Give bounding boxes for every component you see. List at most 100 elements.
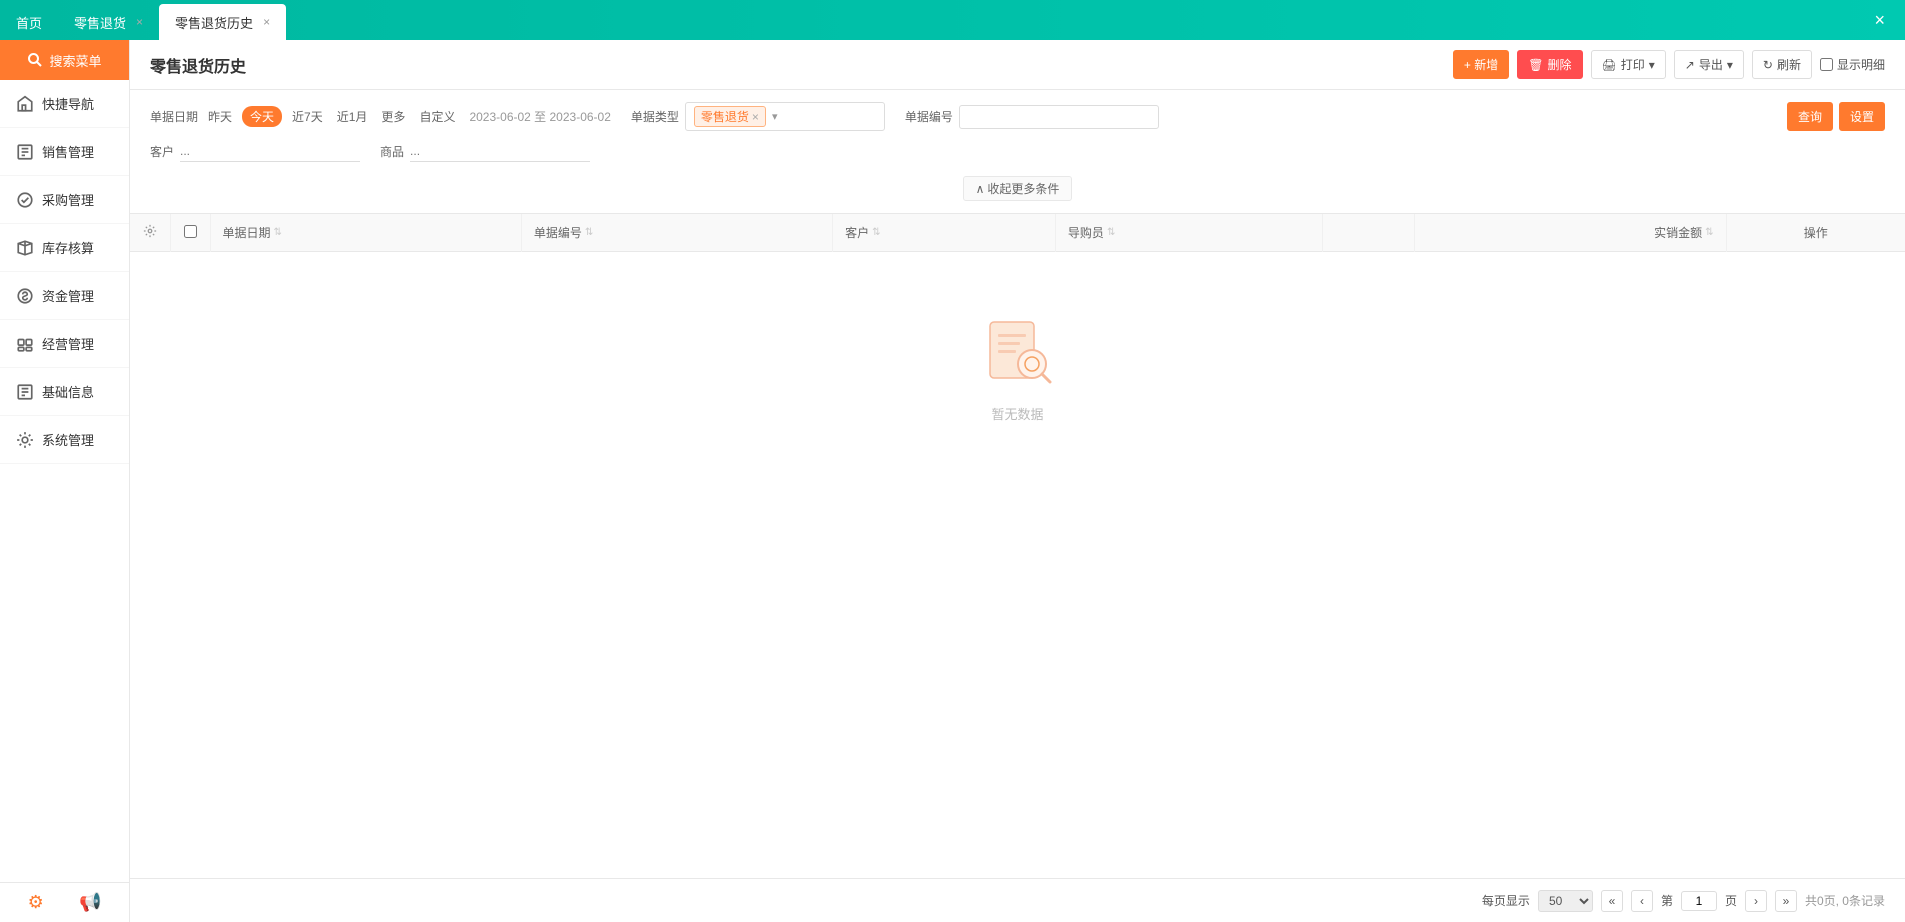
th-bill-date[interactable]: 单据日期 ⇅ [210,214,521,252]
inventory-icon [16,239,34,257]
export-icon: ↗ [1685,58,1695,72]
filter-row-2: 客户 商品 [150,141,1885,162]
th-customer[interactable]: 客户 ⇅ [833,214,1056,252]
th-guide-sort-icon: ⇅ [1107,227,1115,238]
sidebar-item-operations[interactable]: 经营管理 [0,320,129,368]
page-total: 共0页, 0条记录 [1805,892,1885,909]
bill-type-select[interactable]: 零售退货 × ▾ [685,102,885,131]
tab-retail-return-history-close[interactable]: × [263,15,270,29]
print-icon: 🖨 [1602,58,1617,72]
date-btn-7days[interactable]: 近7天 [288,106,327,127]
collapse-row: ∧ 收起更多条件 [150,172,1885,205]
main-layout: 搜索菜单 快捷导航 销售管理 [0,40,1905,922]
th-customer-sort-icon: ⇅ [872,227,880,238]
last-page-icon: » [1783,894,1790,908]
th-checkbox[interactable] [170,214,210,252]
th-action: 操作 [1726,214,1905,252]
settings-bottom-icon[interactable]: ⚙ [28,892,44,913]
page-label: 第 [1661,892,1673,909]
print-button-label: 打印 [1621,56,1645,73]
bill-type-filter: 单据类型 零售退货 × ▾ [631,102,885,131]
th-bill-no[interactable]: 单据编号 ⇅ [521,214,832,252]
refresh-icon: ↻ [1763,58,1773,72]
goods-filter: 商品 [380,141,590,162]
show-detail-label: 显示明细 [1837,56,1885,73]
new-button[interactable]: + 新增 [1453,50,1509,79]
sidebar-item-sales-mgmt[interactable]: 销售管理 [0,128,129,176]
first-page-button[interactable]: « [1601,890,1623,912]
sidebar-item-system-mgmt-label: 系统管理 [42,430,94,449]
empty-state: 暂无数据 [130,252,1905,483]
page-actions: + 新增 🗑 删除 🖨 打印 ▾ ↗ 导出 ▾ ↻ [1453,50,1885,79]
goods-input[interactable] [410,141,590,162]
print-button[interactable]: 🖨 打印 ▾ [1591,50,1666,79]
goods-label: 商品 [380,143,404,160]
th-bill-date-label: 单据日期 [223,224,271,241]
refresh-button[interactable]: ↻ 刷新 [1752,50,1812,79]
speaker-bottom-icon[interactable]: 📢 [79,892,101,913]
bill-type-tag-remove[interactable]: × [752,110,759,124]
next-page-button[interactable]: › [1745,890,1767,912]
page-unit: 页 [1725,892,1737,909]
customer-input[interactable] [180,141,360,162]
system-mgmt-icon [16,431,34,449]
window-close-button[interactable]: × [1874,10,1905,31]
prev-page-button[interactable]: ‹ [1631,890,1653,912]
sidebar-search[interactable]: 搜索菜单 [0,40,129,80]
date-btn-more[interactable]: 更多 [377,106,409,127]
query-button[interactable]: 查询 [1787,102,1833,131]
sidebar-item-purchase-mgmt[interactable]: 采购管理 [0,176,129,224]
delete-icon: 🗑 [1528,58,1543,72]
sidebar-item-quick-nav[interactable]: 快捷导航 [0,80,129,128]
current-page-input[interactable] [1681,891,1717,911]
tab-home[interactable]: 首页 [0,4,58,40]
show-detail-checkbox[interactable] [1820,58,1833,71]
collapse-button[interactable]: ∧ 收起更多条件 [963,176,1073,201]
settings-filter-button-label: 设置 [1850,108,1874,125]
last-page-button[interactable]: » [1775,890,1797,912]
th-settings[interactable] [130,214,170,252]
tab-retail-return-history-label: 零售退货历史 [175,13,253,32]
tab-retail-return-close[interactable]: × [136,15,143,29]
export-button-label: 导出 [1699,56,1723,73]
table-header-row: 单据日期 ⇅ 单据编号 ⇅ 客户 [130,214,1905,252]
next-page-icon: › [1754,894,1758,908]
tab-retail-return-label: 零售退货 [74,13,126,32]
table-wrapper: 单据日期 ⇅ 单据编号 ⇅ 客户 [130,214,1905,878]
pagination-bar: 每页显示 50 10 20 100 « ‹ 第 页 › » 共0页, 0条记录 [130,878,1905,922]
sidebar-item-finance-label: 资金管理 [42,286,94,305]
sidebar: 搜索菜单 快捷导航 销售管理 [0,40,130,922]
empty-row: 暂无数据 [130,252,1905,484]
bill-no-input[interactable] [959,105,1159,129]
th-amount[interactable]: 实销金额 ⇅ [1415,214,1726,252]
select-all-checkbox[interactable] [184,225,197,238]
show-detail-checkbox-wrapper[interactable]: 显示明细 [1820,56,1885,73]
th-bill-date-sort-icon: ⇅ [274,227,282,238]
sidebar-bottom: ⚙ 📢 [0,882,129,922]
settings-filter-button[interactable]: 设置 [1839,102,1885,131]
page-title: 零售退货历史 [150,53,246,77]
sidebar-item-operations-label: 经营管理 [42,334,94,353]
sidebar-item-finance[interactable]: 资金管理 [0,272,129,320]
sidebar-item-system-mgmt[interactable]: 系统管理 [0,416,129,464]
sidebar-item-inventory[interactable]: 库存核算 [0,224,129,272]
date-shortcuts: 昨天 今天 近7天 近1月 更多 自定义 [204,106,459,127]
sidebar-item-basic-info[interactable]: 基础信息 [0,368,129,416]
bill-type-label: 单据类型 [631,108,679,125]
delete-button[interactable]: 🗑 删除 [1517,50,1582,79]
th-customer-label: 客户 [845,224,869,241]
date-btn-today[interactable]: 今天 [242,106,282,127]
finance-icon [16,287,34,305]
export-button[interactable]: ↗ 导出 ▾ [1674,50,1744,79]
tab-home-label: 首页 [16,13,42,32]
print-chevron-icon: ▾ [1649,58,1655,72]
tab-retail-return[interactable]: 零售退货 × [58,4,159,40]
customer-filter: 客户 [150,141,360,162]
date-btn-custom[interactable]: 自定义 [415,106,459,127]
date-btn-1month[interactable]: 近1月 [333,106,372,127]
tab-retail-return-history[interactable]: 零售退货历史 × [159,4,286,40]
date-btn-yesterday[interactable]: 昨天 [204,106,236,127]
page-size-select[interactable]: 50 10 20 100 [1538,890,1593,912]
th-guide[interactable]: 导购员 ⇅ [1055,214,1322,252]
th-bill-no-sort-icon: ⇅ [585,227,593,238]
